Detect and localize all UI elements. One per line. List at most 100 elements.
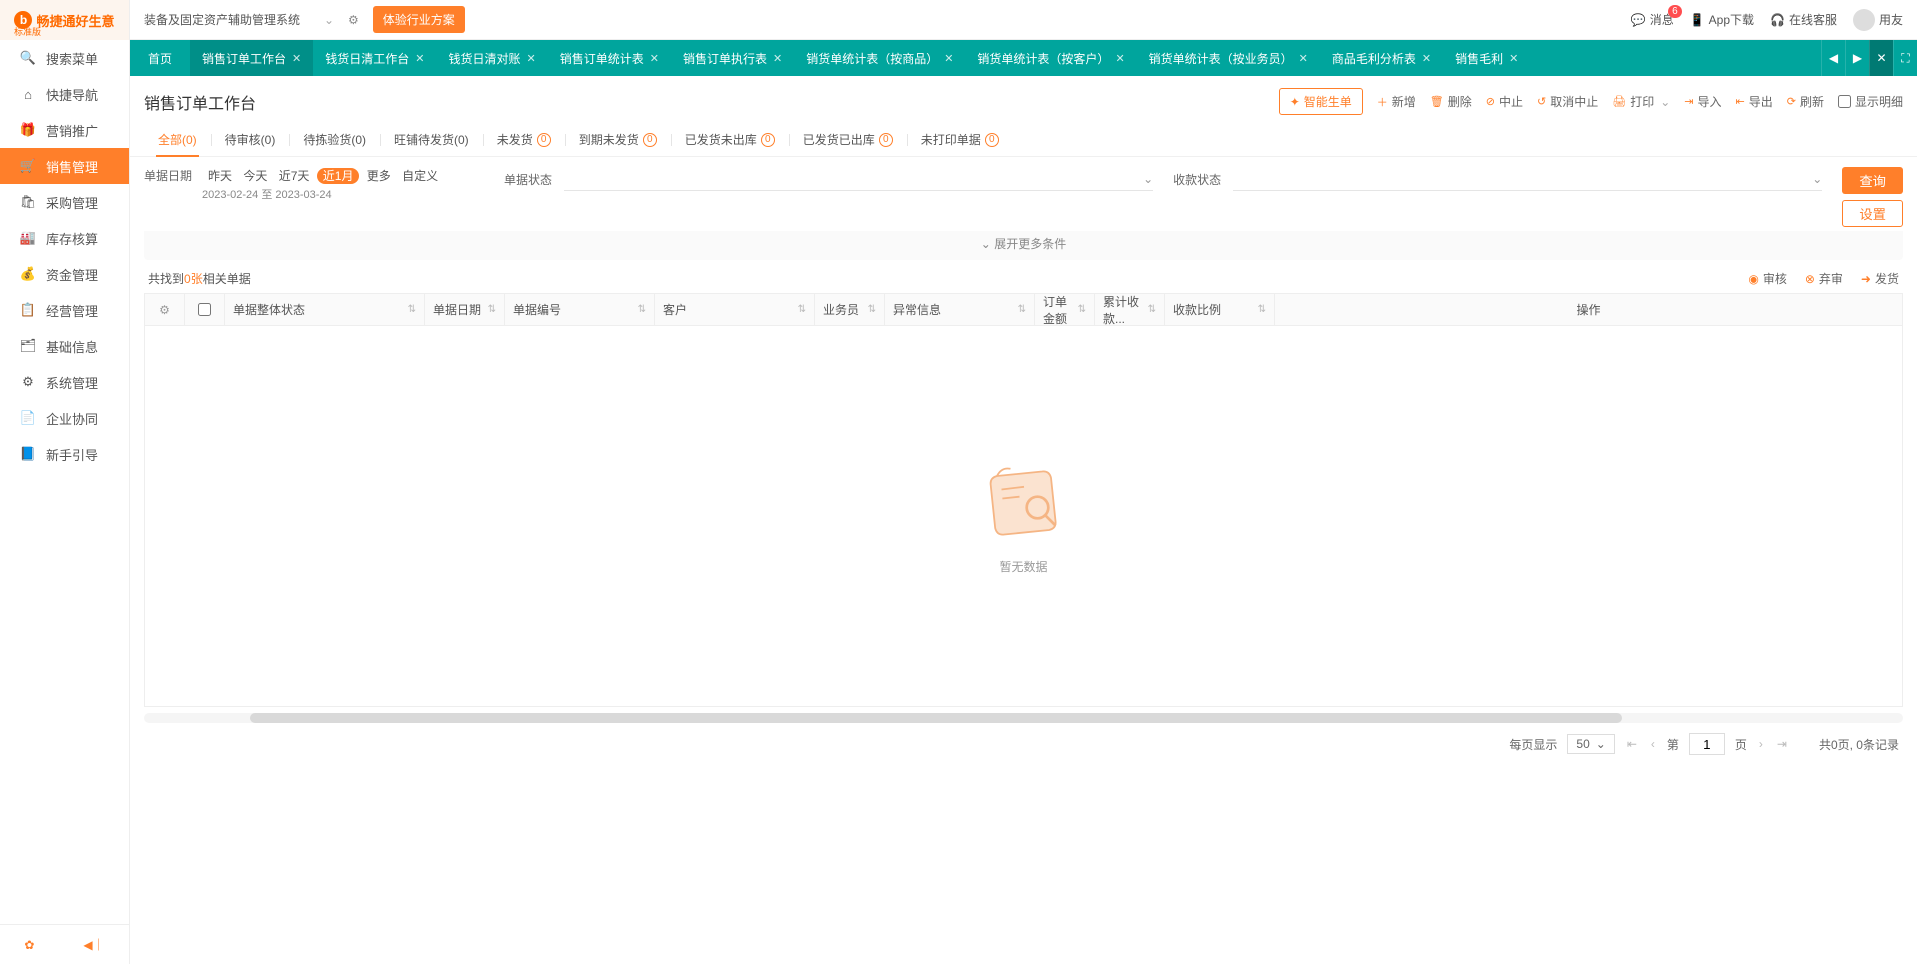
tab-销货单统计表（按客户）[interactable]: 销货单统计表（按客户）✕ xyxy=(965,40,1136,76)
cancel-stop-button[interactable]: ↺取消中止 xyxy=(1537,93,1598,110)
tab-商品毛利分析表[interactable]: 商品毛利分析表✕ xyxy=(1320,40,1443,76)
status-tab-待拣验货(0)[interactable]: 待拣验货(0) xyxy=(289,123,380,156)
close-icon[interactable]: ✕ xyxy=(1422,52,1431,65)
pay-status-select[interactable]: ⌄ xyxy=(1233,167,1822,191)
tab-销售毛利[interactable]: 销售毛利✕ xyxy=(1443,40,1530,76)
date-option-近7天[interactable]: 近7天 xyxy=(275,168,314,184)
tab-close-all[interactable]: ✕ xyxy=(1869,40,1893,76)
sidebar-item-库存核算[interactable]: 🏭库存核算 xyxy=(0,220,129,256)
sidebar-item-快捷导航[interactable]: ⌂快捷导航 xyxy=(0,76,129,112)
import-button[interactable]: ⇥导入 xyxy=(1684,93,1721,110)
sort-icon[interactable]: ⇅ xyxy=(488,304,496,315)
sidebar-item-采购管理[interactable]: 🛍采购管理 xyxy=(0,184,129,220)
scrollbar-thumb[interactable] xyxy=(250,713,1622,723)
user-menu[interactable]: 用友 xyxy=(1853,9,1903,31)
collapse-icon[interactable]: ◀｜ xyxy=(83,936,104,953)
sort-icon[interactable]: ⇅ xyxy=(638,304,646,315)
fullscreen-icon[interactable]: ⛶ xyxy=(1893,40,1917,76)
prev-page-button[interactable]: ‹ xyxy=(1649,737,1657,751)
sidebar-item-系统管理[interactable]: ⚙系统管理 xyxy=(0,364,129,400)
bill-status-select[interactable]: ⌄ xyxy=(564,167,1153,191)
sort-icon[interactable]: ⇅ xyxy=(1018,304,1026,315)
tab-销售订单统计表[interactable]: 销售订单统计表✕ xyxy=(548,40,671,76)
column-settings-button[interactable]: ⚙ xyxy=(145,294,185,325)
date-option-近1月[interactable]: 近1月 xyxy=(317,168,360,184)
sort-icon[interactable]: ⇅ xyxy=(1258,304,1266,315)
stop-button[interactable]: ⊘中止 xyxy=(1486,93,1523,110)
tab-销货单统计表（按商品）[interactable]: 销货单统计表（按商品）✕ xyxy=(794,40,965,76)
column-header-单据日期[interactable]: 单据日期⇅ xyxy=(425,294,505,325)
smart-generate-button[interactable]: ✦ 智能生单 xyxy=(1279,88,1363,115)
tab-销售订单工作台[interactable]: 销售订单工作台✕ xyxy=(190,40,313,76)
delete-button[interactable]: 🗑删除 xyxy=(1430,93,1472,110)
status-tab-到期未发货[interactable]: 到期未发货0 xyxy=(565,123,671,156)
close-icon[interactable]: ✕ xyxy=(415,52,424,65)
close-icon[interactable]: ✕ xyxy=(1115,52,1124,65)
last-page-button[interactable]: ⇥ xyxy=(1775,737,1789,751)
sort-icon[interactable]: ⇅ xyxy=(1078,304,1086,315)
close-icon[interactable]: ✕ xyxy=(1299,52,1308,65)
status-tab-未打印单据[interactable]: 未打印单据0 xyxy=(907,123,1013,156)
status-tab-旺铺待发货(0)[interactable]: 旺铺待发货(0) xyxy=(380,123,483,156)
close-icon[interactable]: ✕ xyxy=(527,52,536,65)
select-all-checkbox[interactable] xyxy=(198,303,211,316)
sort-icon[interactable]: ⇅ xyxy=(1148,304,1156,315)
tab-首页[interactable]: 首页 xyxy=(130,40,190,76)
date-option-更多[interactable]: 更多 xyxy=(363,168,395,184)
sidebar-item-销售管理[interactable]: 🛒销售管理 xyxy=(0,148,129,184)
status-tab-未发货[interactable]: 未发货0 xyxy=(483,123,565,156)
show-detail-toggle[interactable]: 显示明细 xyxy=(1838,93,1903,110)
export-button[interactable]: ⇤导出 xyxy=(1736,93,1773,110)
next-page-button[interactable]: › xyxy=(1757,737,1765,751)
column-header-单据编号[interactable]: 单据编号⇅ xyxy=(505,294,655,325)
query-button[interactable]: 查询 xyxy=(1842,167,1903,194)
status-tab-已发货未出库[interactable]: 已发货未出库0 xyxy=(671,123,789,156)
status-tab-已发货已出库[interactable]: 已发货已出库0 xyxy=(789,123,907,156)
tab-钱货日清工作台[interactable]: 钱货日清工作台✕ xyxy=(313,40,436,76)
sidebar-item-搜索菜单[interactable]: 🔍搜索菜单 xyxy=(0,40,129,76)
sort-icon[interactable]: ⇅ xyxy=(408,304,416,315)
column-header-累计收款...[interactable]: 累计收款...⇅ xyxy=(1095,294,1165,325)
tab-scroll-right[interactable]: ▶ xyxy=(1845,40,1869,76)
online-service-button[interactable]: 🎧 在线客服 xyxy=(1770,11,1837,28)
tab-销售订单执行表[interactable]: 销售订单执行表✕ xyxy=(671,40,794,76)
column-header-收款比例[interactable]: 收款比例⇅ xyxy=(1165,294,1275,325)
show-detail-checkbox[interactable] xyxy=(1838,95,1851,108)
status-tab-待审核(0)[interactable]: 待审核(0) xyxy=(211,123,290,156)
column-header-业务员[interactable]: 业务员⇅ xyxy=(815,294,885,325)
abandon-button[interactable]: ⊗弃审 xyxy=(1805,270,1843,287)
column-header-操作[interactable]: 操作 xyxy=(1275,294,1902,325)
audit-button[interactable]: ◉审核 xyxy=(1748,270,1787,287)
status-tab-全部(0)[interactable]: 全部(0) xyxy=(144,123,211,156)
close-icon[interactable]: ✕ xyxy=(1509,52,1518,65)
sidebar-item-经营管理[interactable]: 📋经营管理 xyxy=(0,292,129,328)
horizontal-scrollbar[interactable] xyxy=(144,713,1903,723)
close-icon[interactable]: ✕ xyxy=(944,52,953,65)
expand-filters-button[interactable]: ⌄ 展开更多条件 xyxy=(144,231,1903,260)
first-page-button[interactable]: ⇤ xyxy=(1625,737,1639,751)
column-header-订单金额[interactable]: 订单金额⇅ xyxy=(1035,294,1095,325)
setting-button[interactable]: 设置 xyxy=(1842,200,1903,227)
tab-scroll-left[interactable]: ◀ xyxy=(1821,40,1845,76)
sidebar-item-新手引导[interactable]: 📘新手引导 xyxy=(0,436,129,472)
close-icon[interactable]: ✕ xyxy=(773,52,782,65)
date-option-今天[interactable]: 今天 xyxy=(239,168,271,184)
date-option-自定义[interactable]: 自定义 xyxy=(398,168,442,184)
close-icon[interactable]: ✕ xyxy=(292,52,301,65)
print-button[interactable]: 🖨打印⌄ xyxy=(1612,93,1670,110)
sidebar-item-基础信息[interactable]: 🗂基础信息 xyxy=(0,328,129,364)
sort-icon[interactable]: ⇅ xyxy=(798,304,806,315)
page-input[interactable] xyxy=(1689,733,1725,755)
sort-icon[interactable]: ⇅ xyxy=(868,304,876,315)
add-button[interactable]: ＋新增 xyxy=(1377,93,1416,110)
date-option-昨天[interactable]: 昨天 xyxy=(204,168,236,184)
tab-销货单统计表（按业务员）[interactable]: 销货单统计表（按业务员）✕ xyxy=(1137,40,1320,76)
experience-button[interactable]: 体验行业方案 xyxy=(373,6,465,33)
column-header-客户[interactable]: 客户⇅ xyxy=(655,294,815,325)
sidebar-item-资金管理[interactable]: 💰资金管理 xyxy=(0,256,129,292)
refresh-button[interactable]: ⟳刷新 xyxy=(1787,93,1824,110)
sidebar-item-企业协同[interactable]: 📄企业协同 xyxy=(0,400,129,436)
column-header-异常信息[interactable]: 异常信息⇅ xyxy=(885,294,1035,325)
system-select[interactable]: 装备及固定资产辅助管理系统 ⌄ xyxy=(144,11,334,28)
page-size-select[interactable]: 50 ⌄ xyxy=(1567,734,1614,754)
